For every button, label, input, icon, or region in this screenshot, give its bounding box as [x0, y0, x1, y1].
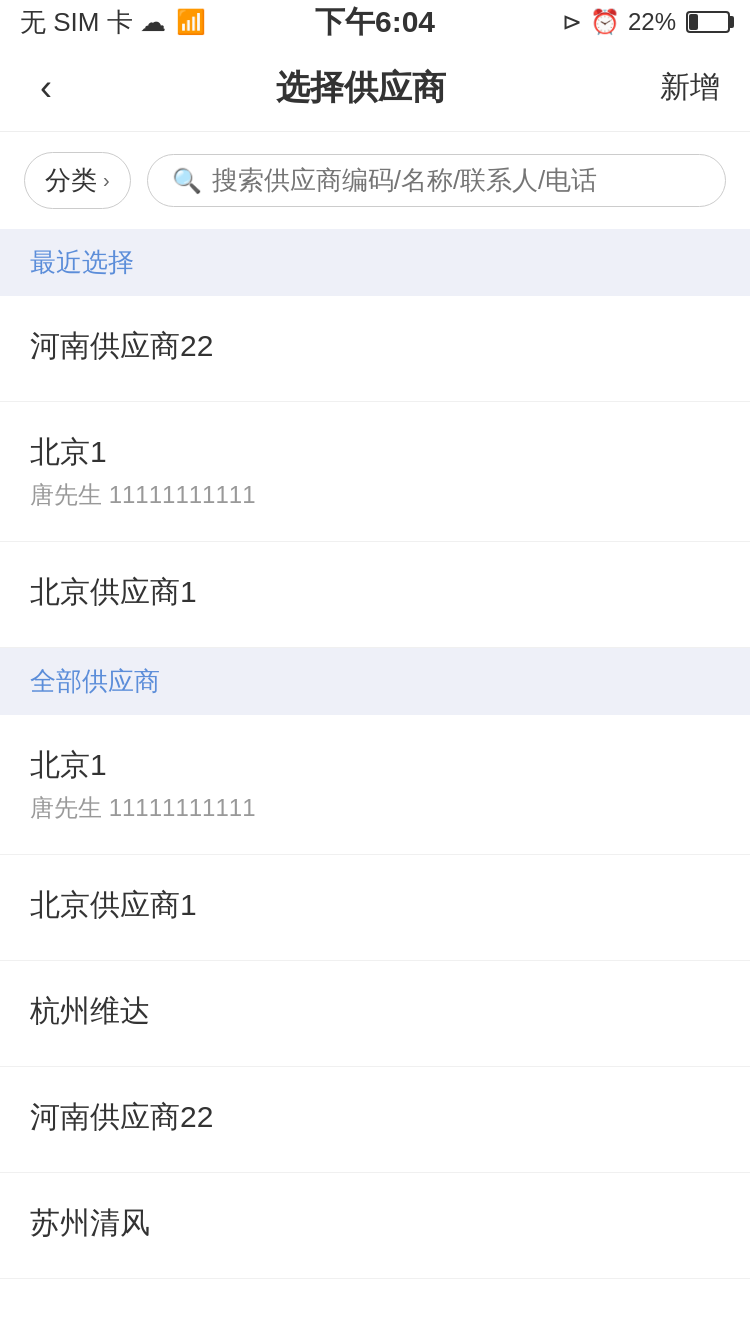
all-items-list: 北京1 唐先生 11111111111 北京供应商1 杭州维达 河南供应商22 … — [0, 715, 750, 1279]
search-box[interactable]: 🔍 — [147, 154, 726, 207]
battery-percentage: 22% — [628, 8, 676, 36]
location-icon: ⊳ — [562, 8, 582, 36]
all-section-label: 全部供应商 — [30, 666, 160, 696]
item-name: 河南供应商22 — [30, 326, 720, 367]
recent-items-list: 河南供应商22 北京1 唐先生 11111111111 北京供应商1 — [0, 296, 750, 648]
category-label: 分类 — [45, 163, 97, 198]
status-bar: 无 SIM 卡 ☁ 📶 下午6:04 ⊳ ⏰ 22% — [0, 0, 750, 44]
list-item[interactable]: 北京供应商1 — [0, 855, 750, 961]
status-right: ⊳ ⏰ 22% — [562, 8, 730, 36]
item-name: 北京1 — [30, 432, 720, 473]
back-button[interactable]: ‹ — [30, 57, 62, 119]
list-item[interactable]: 河南供应商22 — [0, 1067, 750, 1173]
status-left: 无 SIM 卡 ☁ 📶 — [20, 5, 206, 40]
alarm-icon: ⏰ — [590, 8, 620, 36]
category-button[interactable]: 分类 › — [24, 152, 131, 209]
recent-section-label: 最近选择 — [30, 247, 134, 277]
search-input[interactable] — [212, 165, 701, 196]
list-item[interactable]: 北京1 唐先生 11111111111 — [0, 715, 750, 855]
all-section-header: 全部供应商 — [0, 648, 750, 715]
list-item[interactable]: 杭州维达 — [0, 961, 750, 1067]
page-title: 选择供应商 — [276, 65, 446, 111]
status-time: 下午6:04 — [315, 2, 435, 43]
list-item[interactable]: 河南供应商22 — [0, 296, 750, 402]
list-item[interactable]: 苏州清风 — [0, 1173, 750, 1279]
add-button[interactable]: 新增 — [660, 67, 720, 108]
list-item[interactable]: 北京供应商1 — [0, 542, 750, 648]
list-item[interactable]: 北京1 唐先生 11111111111 — [0, 402, 750, 542]
filter-bar: 分类 › 🔍 — [0, 132, 750, 229]
item-name: 杭州维达 — [30, 991, 720, 1032]
chevron-right-icon: › — [103, 169, 110, 192]
item-name: 苏州清风 — [30, 1203, 720, 1244]
wifi-icon: 📶 — [176, 8, 206, 36]
nav-bar: ‹ 选择供应商 新增 — [0, 44, 750, 132]
item-detail: 唐先生 11111111111 — [30, 479, 720, 511]
item-name: 河南供应商22 — [30, 1097, 720, 1138]
recent-section-header: 最近选择 — [0, 229, 750, 296]
item-name: 北京供应商1 — [30, 572, 720, 613]
item-name: 北京1 — [30, 745, 720, 786]
battery-icon — [686, 11, 730, 33]
item-name: 北京供应商1 — [30, 885, 720, 926]
sim-label: 无 SIM 卡 ☁ — [20, 5, 166, 40]
search-icon: 🔍 — [172, 167, 202, 195]
item-detail: 唐先生 11111111111 — [30, 792, 720, 824]
